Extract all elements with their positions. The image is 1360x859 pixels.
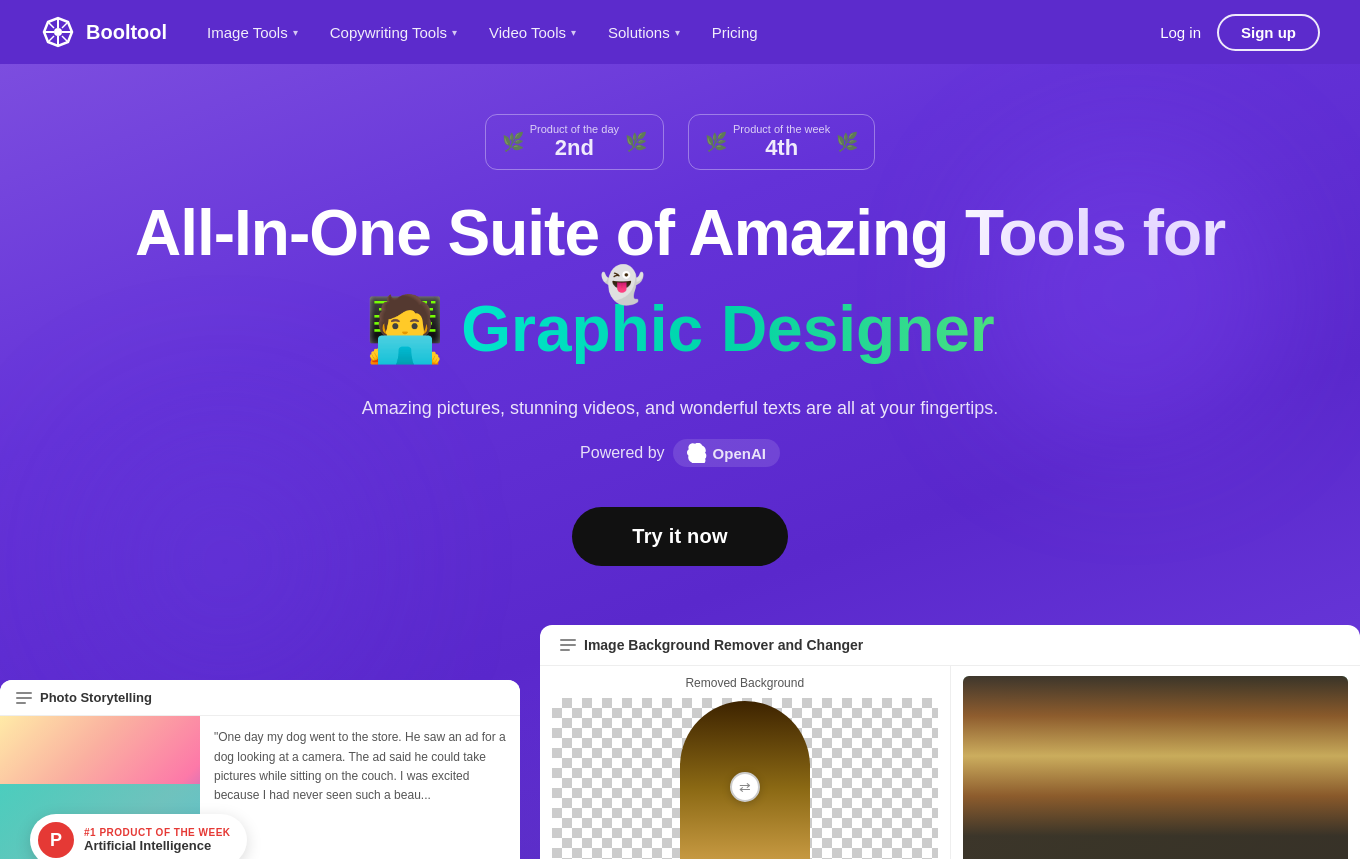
nav-left: Booltool Image Tools ▾ Copywriting Tools… xyxy=(40,14,758,50)
card-topbar-right: Image Background Remover and Changer xyxy=(540,625,1360,666)
panel-removed-bg: Removed Background ⇄ xyxy=(540,666,951,859)
chevron-down-icon: ▾ xyxy=(293,27,298,38)
nav-links: Image Tools ▾ Copywriting Tools ▾ Video … xyxy=(207,24,757,41)
hero-subtext: Amazing pictures, stunning videos, and w… xyxy=(362,398,998,419)
hero-emoji-main: 🧑‍💻 xyxy=(365,297,445,361)
menu-icon-right xyxy=(560,639,576,651)
try-it-now-button[interactable]: Try it now xyxy=(572,507,787,566)
hero-animated-row: 👻 🧑‍💻 Graphic Designer xyxy=(365,284,995,374)
product-badge-tag: #1 PRODUCT OF THE WEEK xyxy=(84,827,231,838)
laurel-right-icon: 🌿 xyxy=(836,131,858,153)
hero-section: 🌿 Product of the day 2nd 🌿 🌿 Product of … xyxy=(0,64,1360,859)
card-left-title: Photo Storytelling xyxy=(40,690,152,705)
nav-item-image-tools[interactable]: Image Tools ▾ xyxy=(207,24,298,41)
card-left-text: "One day my dog went to the store. He sa… xyxy=(200,716,520,859)
svg-line-8 xyxy=(48,36,54,42)
original-bg-image xyxy=(963,676,1349,859)
product-badge-label: Artificial Intelligence xyxy=(84,838,231,853)
laurel-left-icon: 🌿 xyxy=(502,131,524,153)
brand-name: Booltool xyxy=(86,21,167,44)
card-right-title: Image Background Remover and Changer xyxy=(584,637,863,653)
product-badge-text: #1 PRODUCT OF THE WEEK Artificial Intell… xyxy=(84,827,231,853)
product-of-week-badge: P #1 PRODUCT OF THE WEEK Artificial Inte… xyxy=(30,814,247,859)
badge-product-of-day: 🌿 Product of the day 2nd 🌿 xyxy=(485,114,664,170)
openai-badge: OpenAI xyxy=(673,439,780,467)
svg-line-7 xyxy=(62,22,68,28)
navbar: Booltool Image Tools ▾ Copywriting Tools… xyxy=(0,0,1360,64)
panel-original-bg xyxy=(951,666,1361,859)
nav-right: Log in Sign up xyxy=(1160,14,1320,51)
laurel-left-icon: 🌿 xyxy=(705,131,727,153)
signup-button[interactable]: Sign up xyxy=(1217,14,1320,51)
openai-label: OpenAI xyxy=(713,445,766,462)
chevron-down-icon: ▾ xyxy=(675,27,680,38)
hero-powered-by: Powered by OpenAI xyxy=(580,439,780,467)
card-topbar-left: Photo Storytelling xyxy=(0,680,520,716)
nav-item-copywriting-tools[interactable]: Copywriting Tools ▾ xyxy=(330,24,457,41)
nav-item-video-tools[interactable]: Video Tools ▾ xyxy=(489,24,576,41)
svg-line-6 xyxy=(62,36,68,42)
hero-role-text: Graphic Designer xyxy=(461,292,995,366)
preview-area: Photo Storytelling 🐱 "One day my dog wen… xyxy=(0,626,1360,859)
chevron-down-icon: ▾ xyxy=(452,27,457,38)
svg-line-5 xyxy=(48,22,54,28)
nav-item-solutions[interactable]: Solutions ▾ xyxy=(608,24,680,41)
removed-bg-image: ⇄ xyxy=(552,698,938,859)
slider-handle[interactable]: ⇄ xyxy=(730,772,760,802)
powered-label: Powered by xyxy=(580,444,665,462)
product-badge-icon: P xyxy=(38,822,74,858)
login-button[interactable]: Log in xyxy=(1160,24,1201,41)
hero-headline: All-In-One Suite of Amazing Tools for xyxy=(135,198,1225,268)
menu-icon xyxy=(16,692,32,704)
award-badges: 🌿 Product of the day 2nd 🌿 🌿 Product of … xyxy=(485,114,876,170)
nav-item-pricing[interactable]: Pricing xyxy=(712,24,758,41)
hero-emoji-secondary: 👻 xyxy=(600,264,645,306)
card-right-body: Removed Background ⇄ xyxy=(540,666,1360,859)
badge-product-of-week: 🌿 Product of the week 4th 🌿 xyxy=(688,114,875,170)
laurel-right-icon: 🌿 xyxy=(625,131,647,153)
svg-point-0 xyxy=(54,28,62,36)
card-bg-remover: Image Background Remover and Changer Rem… xyxy=(540,625,1360,859)
decorative-blob-1 xyxy=(980,144,1280,444)
logo[interactable]: Booltool xyxy=(40,14,167,50)
chevron-down-icon: ▾ xyxy=(571,27,576,38)
panel-label-removed-bg: Removed Background xyxy=(685,676,804,690)
